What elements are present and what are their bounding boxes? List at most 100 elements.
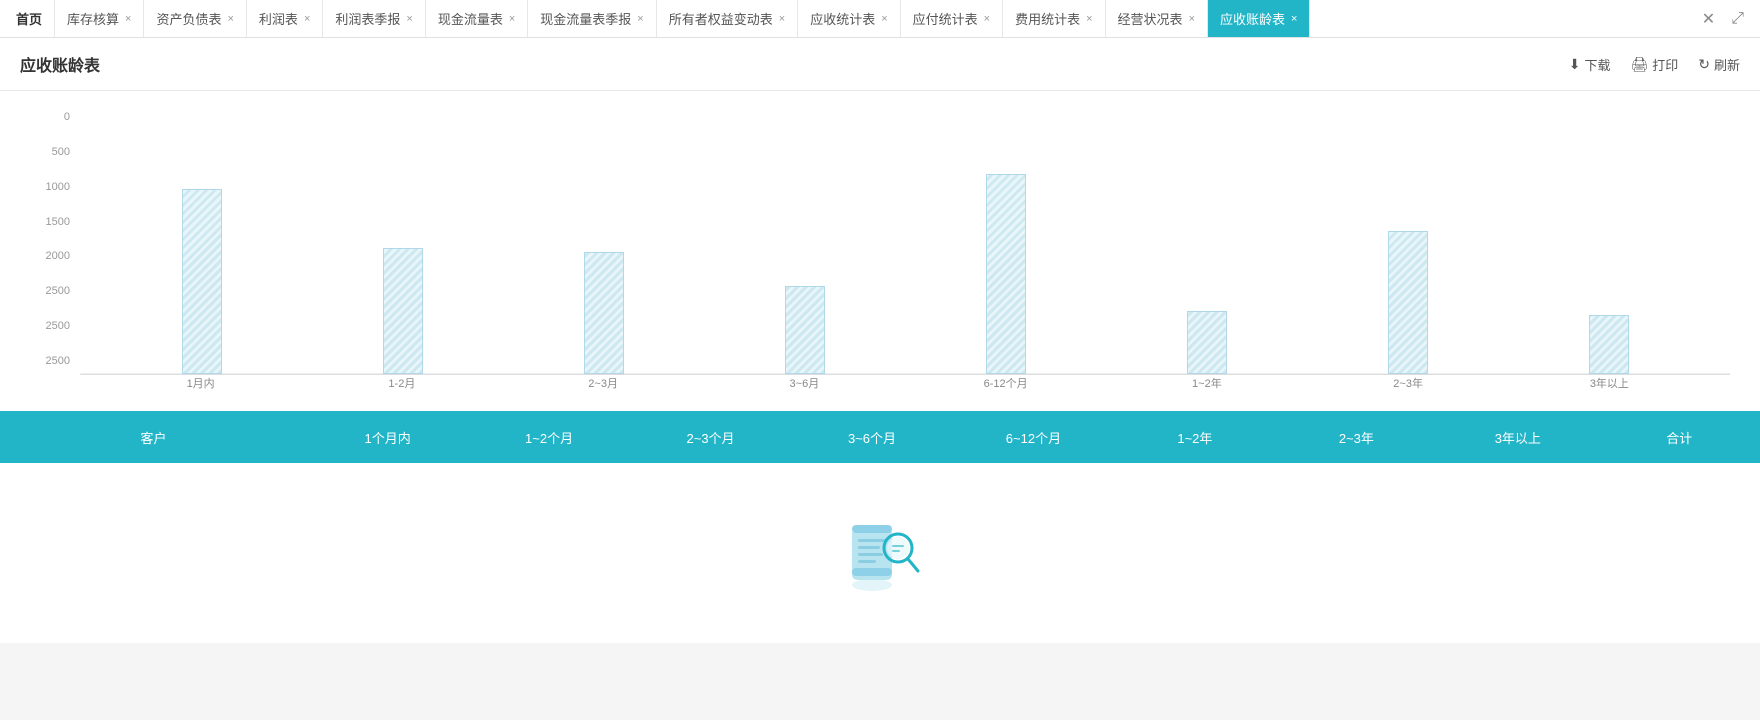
x-labels: 1月内1-2月2~3月3~6月6-12个月1~2年2~3年3年以上	[80, 375, 1730, 391]
bar	[785, 286, 825, 374]
tab-label: 费用统计表	[1015, 9, 1080, 28]
x-axis-label: 1-2月	[301, 375, 502, 391]
y-axis-label: 2500	[30, 285, 70, 297]
bar-group	[986, 174, 1026, 374]
tab-label: 应收统计表	[810, 9, 875, 28]
tab-close-icon[interactable]: ×	[125, 13, 131, 25]
tab-close-icon[interactable]: ×	[1086, 13, 1092, 25]
th-year2_3: 2~3年	[1276, 428, 1437, 447]
th-month1: 1个月内	[307, 428, 468, 447]
tab-label: 所有者权益变动表	[669, 9, 773, 28]
tab-ar-aging[interactable]: 应收账龄表 ×	[1208, 0, 1310, 38]
chart-area: 2500250025002000150010005000 1月内1-2月2~3月…	[0, 91, 1760, 411]
print-label: 打印	[1652, 55, 1678, 74]
bar	[383, 248, 423, 374]
bar	[1388, 231, 1428, 374]
download-label: 下载	[1584, 55, 1610, 74]
bar-group	[182, 189, 222, 374]
tab-ap-stat[interactable]: 应付统计表 ×	[901, 0, 1003, 38]
tab-close-icon[interactable]: ×	[406, 13, 412, 25]
y-axis-label: 2500	[30, 320, 70, 332]
header-actions: ⬇ 下载 🖨 打印 ↻ 刷新	[1569, 55, 1740, 74]
th-month1_2: 1~2个月	[468, 428, 629, 447]
y-axis-label: 500	[30, 146, 70, 158]
table-body	[0, 463, 1760, 643]
th-customer: 客户	[0, 428, 307, 447]
bar-group	[383, 248, 423, 374]
tab-label: 现金流量表	[438, 9, 503, 28]
tab-close-icon[interactable]: ×	[637, 13, 643, 25]
tab-close-icon[interactable]: ×	[779, 13, 785, 25]
tab-label: 库存核算	[67, 9, 119, 28]
print-icon: 🖨	[1630, 56, 1648, 73]
page-title: 应收账龄表	[20, 52, 100, 76]
x-axis-label: 2~3年	[1308, 375, 1509, 391]
th-year3plus: 3年以上	[1437, 428, 1598, 447]
tab-home[interactable]: 首页	[4, 0, 55, 38]
tab-equity[interactable]: 所有者权益变动表 ×	[657, 0, 798, 38]
tab-close-icon[interactable]: ×	[1291, 13, 1297, 25]
grid-line	[81, 373, 1730, 374]
print-button[interactable]: 🖨 打印	[1630, 55, 1678, 74]
bar-group	[1589, 315, 1629, 374]
y-axis-label: 1500	[30, 216, 70, 228]
th-month6_12: 6~12个月	[953, 428, 1114, 447]
bar	[1187, 311, 1227, 374]
download-button[interactable]: ⬇ 下载	[1569, 55, 1611, 74]
tab-balance-sheet[interactable]: 资产负债表 ×	[144, 0, 246, 38]
download-icon: ⬇	[1569, 56, 1581, 73]
y-axis-label: 1000	[30, 181, 70, 193]
y-axis-label: 2000	[30, 250, 70, 262]
tab-bar-actions: ✕ ⤢	[1698, 5, 1756, 33]
refresh-label: 刷新	[1714, 55, 1740, 74]
x-axis-label: 2~3月	[503, 375, 704, 391]
empty-state	[810, 493, 950, 613]
tab-close-icon[interactable]: ×	[1189, 13, 1195, 25]
tab-income[interactable]: 利润表 ×	[247, 0, 323, 38]
window-close-icon[interactable]: ✕	[1698, 5, 1719, 33]
th-total: 合计	[1599, 428, 1760, 447]
tab-close-icon[interactable]: ×	[984, 13, 990, 25]
bar-group	[1187, 311, 1227, 374]
th-year1_2: 1~2年	[1114, 428, 1275, 447]
tab-close-icon[interactable]: ×	[227, 13, 233, 25]
tab-operations[interactable]: 经营状况表 ×	[1106, 0, 1208, 38]
tab-label: 利润表季报	[335, 9, 400, 28]
window-maximize-icon[interactable]: ⤢	[1727, 6, 1748, 32]
tab-bar: 首页 库存核算×资产负债表×利润表×利润表季报×现金流量表×现金流量表季报×所有…	[0, 0, 1760, 38]
tab-close-icon[interactable]: ×	[881, 13, 887, 25]
tab-label: 资产负债表	[156, 9, 221, 28]
refresh-button[interactable]: ↻ 刷新	[1698, 55, 1740, 74]
chart-grid-bars	[80, 374, 1730, 375]
x-axis-label: 1~2年	[1106, 375, 1307, 391]
tab-close-icon[interactable]: ×	[509, 13, 515, 25]
bar-group	[785, 286, 825, 374]
bar-group	[584, 252, 624, 374]
bar	[182, 189, 222, 374]
tab-cashflow[interactable]: 现金流量表 ×	[426, 0, 528, 38]
tab-cashflow-quarterly[interactable]: 现金流量表季报×	[528, 0, 656, 38]
tab-label: 利润表	[259, 9, 298, 28]
tab-label: 应付统计表	[913, 9, 978, 28]
tab-close-icon[interactable]: ×	[304, 13, 310, 25]
empty-illustration-svg	[830, 513, 930, 593]
x-axis-label: 3~6月	[704, 375, 905, 391]
y-axis-label: 2500	[30, 355, 70, 367]
x-axis-label: 3年以上	[1509, 375, 1710, 391]
tab-income-quarterly[interactable]: 利润表季报 ×	[323, 0, 425, 38]
tab-label: 经营状况表	[1118, 9, 1183, 28]
chart-y-axis: 2500250025002000150010005000	[30, 111, 70, 391]
tab-label: 应收账龄表	[1220, 9, 1285, 28]
tab-ar-stat[interactable]: 应收统计表 ×	[798, 0, 900, 38]
tab-inventory[interactable]: 库存核算 ×	[55, 0, 144, 38]
refresh-icon: ↻	[1698, 56, 1710, 73]
tab-expense-stat[interactable]: 费用统计表 ×	[1003, 0, 1105, 38]
bar	[986, 174, 1026, 374]
bar-group	[1388, 231, 1428, 374]
chart-inner: 1月内1-2月2~3月3~6月6-12个月1~2年2~3年3年以上	[80, 374, 1730, 391]
x-axis-label: 6-12个月	[905, 375, 1106, 391]
bar	[1589, 315, 1629, 374]
x-axis-label: 1月内	[100, 375, 301, 391]
tab-home-label: 首页	[16, 9, 42, 28]
table-header: 客户1个月内1~2个月2~3个月3~6个月6~12个月1~2年2~3年3年以上合…	[0, 411, 1760, 463]
